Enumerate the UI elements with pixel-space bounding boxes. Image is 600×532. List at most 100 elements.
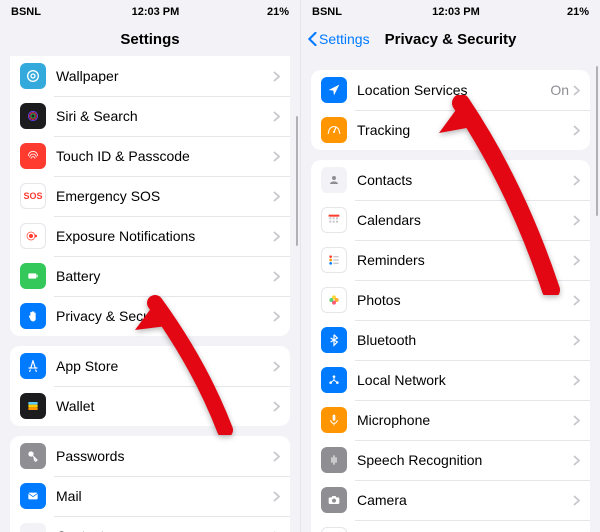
row-label: Microphone: [357, 412, 573, 428]
chevron-right-icon: [573, 85, 580, 96]
status-bar: BSNL 12:03 PM 21%: [301, 0, 600, 22]
tracking-icon: [321, 117, 347, 143]
chevron-right-icon: [273, 111, 280, 122]
row-label: Contacts: [56, 528, 273, 532]
scroll-indicator[interactable]: [296, 116, 299, 246]
location-icon: [321, 77, 347, 103]
carrier-text: BSNL: [11, 6, 41, 18]
row-speech[interactable]: Speech Recognition: [311, 440, 590, 480]
wallpaper-icon: [20, 63, 46, 89]
chevron-right-icon: [273, 311, 280, 322]
bluetooth-icon: [321, 327, 347, 353]
row-camera[interactable]: Camera: [311, 480, 590, 520]
privacy-group: Contacts Calendars Reminders Photos Blue: [311, 160, 590, 532]
row-touchid[interactable]: Touch ID & Passcode: [10, 136, 290, 176]
back-label: Settings: [319, 31, 370, 47]
nav-bar: Settings Privacy & Security: [301, 22, 600, 56]
row-label: Touch ID & Passcode: [56, 148, 273, 164]
chevron-right-icon: [273, 151, 280, 162]
row-label: Bluetooth: [357, 332, 573, 348]
row-label: Location Services: [357, 82, 550, 98]
row-label: Photos: [357, 292, 573, 308]
row-tracking[interactable]: Tracking: [311, 110, 590, 150]
row-appstore[interactable]: App Store: [10, 346, 290, 386]
screen-privacy: BSNL 12:03 PM 21% Settings Privacy & Sec…: [300, 0, 600, 532]
row-sos[interactable]: SOS Emergency SOS: [10, 176, 290, 216]
row-label: Camera: [357, 492, 573, 508]
row-privacy[interactable]: Privacy & Security: [10, 296, 290, 336]
row-label: Calendars: [357, 212, 573, 228]
status-time: 12:03 PM: [432, 6, 480, 18]
row-label: Passwords: [56, 448, 273, 464]
privacy-group: Location Services On Tracking: [311, 70, 590, 150]
status-bar: BSNL 12:03 PM 21%: [0, 0, 300, 22]
row-calendars[interactable]: Calendars: [311, 200, 590, 240]
siri-icon: [20, 103, 46, 129]
sos-icon: SOS: [20, 183, 46, 209]
row-siri[interactable]: Siri & Search: [10, 96, 290, 136]
chevron-right-icon: [573, 455, 580, 466]
row-mail[interactable]: Mail: [10, 476, 290, 516]
row-label: Tracking: [357, 122, 573, 138]
nav-title: Settings: [120, 31, 179, 48]
row-value: On: [550, 82, 569, 98]
row-exposure[interactable]: Exposure Notifications: [10, 216, 290, 256]
battery-text: 21%: [267, 6, 289, 18]
fingerprint-icon: [20, 143, 46, 169]
chevron-right-icon: [573, 495, 580, 506]
settings-group: Passwords Mail Contacts: [10, 436, 290, 532]
row-contacts[interactable]: Contacts: [10, 516, 290, 532]
row-passwords[interactable]: Passwords: [10, 436, 290, 476]
chevron-right-icon: [273, 231, 280, 242]
settings-group: App Store Wallet: [10, 346, 290, 426]
contacts-icon: [321, 167, 347, 193]
calendar-icon: [321, 207, 347, 233]
row-wallpaper[interactable]: Wallpaper: [10, 56, 290, 96]
row-location[interactable]: Location Services On: [311, 70, 590, 110]
chevron-right-icon: [573, 375, 580, 386]
chevron-right-icon: [273, 271, 280, 282]
key-icon: [20, 443, 46, 469]
back-button[interactable]: Settings: [307, 31, 370, 47]
chevron-right-icon: [573, 295, 580, 306]
microphone-icon: [321, 407, 347, 433]
battery-icon: [20, 263, 46, 289]
row-label: Wallet: [56, 398, 273, 414]
scroll-indicator[interactable]: [596, 66, 599, 216]
row-wallet[interactable]: Wallet: [10, 386, 290, 426]
chevron-right-icon: [573, 125, 580, 136]
row-label: App Store: [56, 358, 273, 374]
row-contacts2[interactable]: Contacts: [311, 160, 590, 200]
contacts-icon: [20, 523, 46, 532]
chevron-right-icon: [273, 401, 280, 412]
exposure-icon: [20, 223, 46, 249]
battery-text: 21%: [567, 6, 589, 18]
row-label: Reminders: [357, 252, 573, 268]
chevron-right-icon: [573, 255, 580, 266]
row-battery[interactable]: Battery: [10, 256, 290, 296]
speech-icon: [321, 447, 347, 473]
health-icon: [321, 527, 347, 532]
nav-title: Privacy & Security: [385, 31, 517, 48]
row-bluetooth[interactable]: Bluetooth: [311, 320, 590, 360]
row-photos[interactable]: Photos: [311, 280, 590, 320]
row-health[interactable]: Health: [311, 520, 590, 532]
status-time: 12:03 PM: [132, 6, 180, 18]
chevron-left-icon: [307, 32, 317, 46]
chevron-right-icon: [573, 415, 580, 426]
row-label: Speech Recognition: [357, 452, 573, 468]
row-label: Mail: [56, 488, 273, 504]
row-label: Emergency SOS: [56, 188, 273, 204]
row-label: Exposure Notifications: [56, 228, 273, 244]
camera-icon: [321, 487, 347, 513]
mail-icon: [20, 483, 46, 509]
appstore-icon: [20, 353, 46, 379]
nav-bar: Settings: [0, 22, 300, 56]
chevron-right-icon: [273, 361, 280, 372]
row-localnetwork[interactable]: Local Network: [311, 360, 590, 400]
row-microphone[interactable]: Microphone: [311, 400, 590, 440]
row-reminders[interactable]: Reminders: [311, 240, 590, 280]
hand-icon: [20, 303, 46, 329]
chevron-right-icon: [273, 491, 280, 502]
row-label: Battery: [56, 268, 273, 284]
